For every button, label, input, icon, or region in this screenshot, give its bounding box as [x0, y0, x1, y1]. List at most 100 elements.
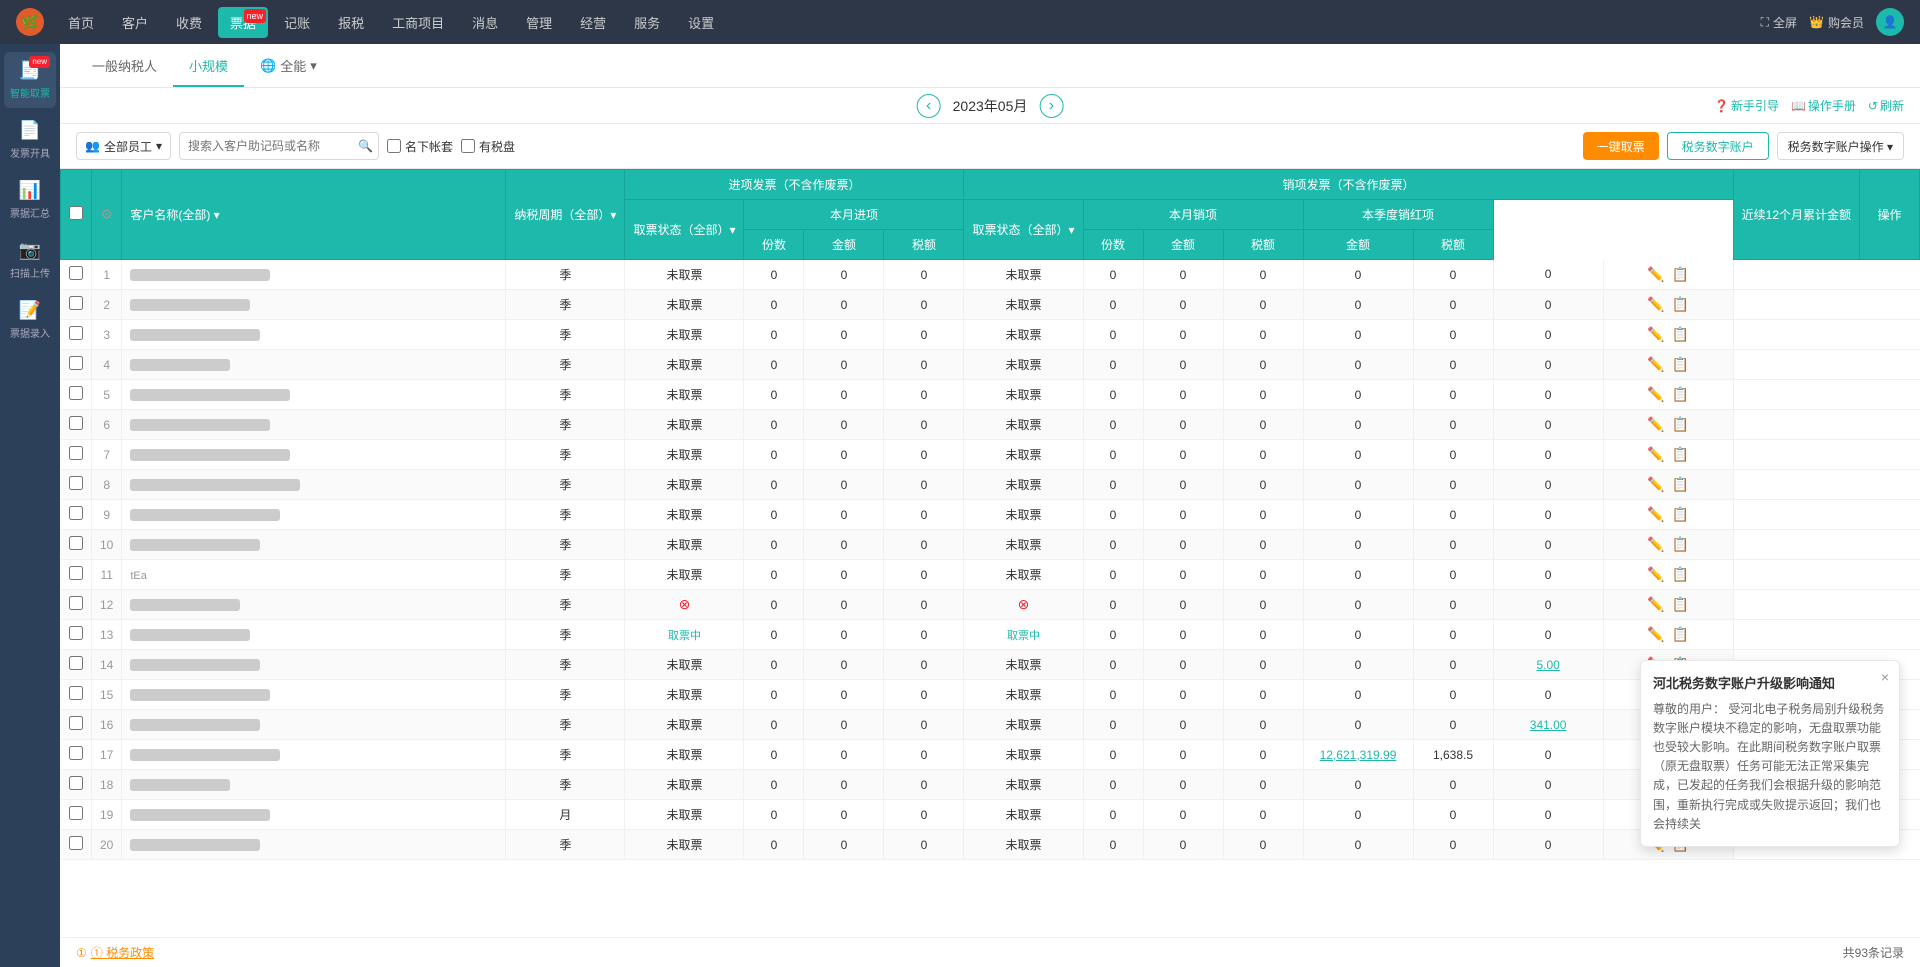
tab-small[interactable]: 小规模 — [173, 46, 244, 87]
td-select[interactable] — [61, 800, 92, 830]
notification-close-btn[interactable]: × — [1881, 669, 1889, 685]
copy-btn[interactable]: 📋 — [1672, 356, 1689, 372]
digital-operations-btn[interactable]: 税务数字账户操作 ▾ — [1777, 132, 1904, 160]
policy-link[interactable]: ① 税务政策 — [91, 944, 154, 961]
row-checkbox[interactable] — [69, 296, 83, 310]
row-checkbox[interactable] — [69, 356, 83, 370]
nav-admin[interactable]: 管理 — [514, 7, 564, 38]
row-checkbox[interactable] — [69, 476, 83, 490]
edit-btn[interactable]: ✏️ — [1647, 536, 1664, 552]
row-checkbox[interactable] — [69, 656, 83, 670]
row-checkbox[interactable] — [69, 416, 83, 430]
edit-btn[interactable]: ✏️ — [1647, 596, 1664, 612]
row-checkbox[interactable] — [69, 536, 83, 550]
sidebar-item-open-invoice[interactable]: 📄 发票开具 — [4, 112, 56, 168]
nav-home[interactable]: 首页 — [56, 7, 106, 38]
search-icon[interactable]: 🔍 — [358, 139, 373, 153]
row-checkbox[interactable] — [69, 266, 83, 280]
manual-btn[interactable]: 📖 操作手册 — [1791, 97, 1856, 114]
search-input[interactable] — [179, 132, 379, 160]
copy-btn[interactable]: 📋 — [1672, 446, 1689, 462]
copy-btn[interactable]: 📋 — [1672, 506, 1689, 522]
nav-accounting[interactable]: 记账 — [272, 7, 322, 38]
th-client-name[interactable]: 客户名称(全部) ▾ — [122, 170, 506, 260]
edit-btn[interactable]: ✏️ — [1647, 266, 1664, 282]
sidebar-item-smart-invoice[interactable]: 🧾 智能取票 new — [4, 52, 56, 108]
td-select[interactable] — [61, 650, 92, 680]
edit-btn[interactable]: ✏️ — [1647, 446, 1664, 462]
digital-account-btn[interactable]: 税务数字账户 — [1667, 132, 1769, 160]
copy-btn[interactable]: 📋 — [1672, 536, 1689, 552]
cumulative-value[interactable]: 341.00 — [1530, 718, 1567, 732]
td-select[interactable] — [61, 560, 92, 590]
th-inp-status[interactable]: 取票状态（全部）▾ — [625, 200, 744, 260]
tax-disk-checkbox[interactable] — [461, 139, 475, 153]
copy-btn[interactable]: 📋 — [1672, 296, 1689, 312]
copy-btn[interactable]: 📋 — [1672, 626, 1689, 642]
row-checkbox[interactable] — [69, 326, 83, 340]
row-checkbox[interactable] — [69, 776, 83, 790]
copy-btn[interactable]: 📋 — [1672, 566, 1689, 582]
td-select[interactable] — [61, 500, 92, 530]
avatar[interactable]: 👤 — [1876, 8, 1904, 36]
nav-service[interactable]: 服务 — [622, 7, 672, 38]
td-select[interactable] — [61, 290, 92, 320]
copy-btn[interactable]: 📋 — [1672, 596, 1689, 612]
td-select[interactable] — [61, 440, 92, 470]
tab-all[interactable]: 🌐 全能 ▾ — [244, 46, 333, 87]
copy-btn[interactable]: 📋 — [1672, 266, 1689, 282]
fullscreen-btn[interactable]: ⛶ 全屏 — [1761, 14, 1797, 31]
row-checkbox[interactable] — [69, 596, 83, 610]
td-select[interactable] — [61, 680, 92, 710]
employee-select[interactable]: 👥 全部员工 ▾ — [76, 132, 171, 160]
td-select[interactable] — [61, 590, 92, 620]
nav-tax[interactable]: 报税 — [326, 7, 376, 38]
red-amount-value[interactable]: 12,621,319.99 — [1320, 748, 1397, 762]
td-select[interactable] — [61, 710, 92, 740]
edit-btn[interactable]: ✏️ — [1647, 566, 1664, 582]
row-checkbox[interactable] — [69, 806, 83, 820]
td-select[interactable] — [61, 530, 92, 560]
nav-invoice[interactable]: 票据 new — [218, 7, 268, 38]
copy-btn[interactable]: 📋 — [1672, 416, 1689, 432]
edit-btn[interactable]: ✏️ — [1647, 476, 1664, 492]
edit-btn[interactable]: ✏️ — [1647, 506, 1664, 522]
nav-management[interactable]: 经营 — [568, 7, 618, 38]
copy-btn[interactable]: 📋 — [1672, 326, 1689, 342]
td-select[interactable] — [61, 770, 92, 800]
edit-btn[interactable]: ✏️ — [1647, 356, 1664, 372]
select-all-checkbox[interactable] — [69, 206, 83, 220]
td-select[interactable] — [61, 830, 92, 860]
th-out-status[interactable]: 取票状态（全部）▾ — [964, 200, 1083, 260]
own-account-checkbox[interactable] — [387, 139, 401, 153]
row-checkbox[interactable] — [69, 686, 83, 700]
tab-general[interactable]: 一般纳税人 — [76, 46, 173, 87]
nav-business[interactable]: 工商项目 — [380, 7, 456, 38]
row-checkbox[interactable] — [69, 716, 83, 730]
cumulative-value[interactable]: 5.00 — [1536, 658, 1559, 672]
nav-fee[interactable]: 收费 — [164, 7, 214, 38]
td-select[interactable] — [61, 740, 92, 770]
nav-messages[interactable]: 消息 — [460, 7, 510, 38]
th-period[interactable]: 纳税周期（全部）▾ — [506, 170, 625, 260]
sidebar-item-scan[interactable]: 📷 扫描上传 — [4, 232, 56, 288]
new-guide-btn[interactable]: ❓ 新手引导 — [1714, 97, 1779, 114]
td-select[interactable] — [61, 320, 92, 350]
nav-customer[interactable]: 客户 — [110, 7, 160, 38]
edit-btn[interactable]: ✏️ — [1647, 296, 1664, 312]
next-month-btn[interactable]: › — [1039, 94, 1063, 118]
edit-btn[interactable]: ✏️ — [1647, 416, 1664, 432]
refresh-btn[interactable]: ↺ 刷新 — [1868, 97, 1904, 114]
sidebar-item-summary[interactable]: 📊 票据汇总 — [4, 172, 56, 228]
settings-icon[interactable]: ⚙ — [100, 206, 113, 222]
copy-btn[interactable]: 📋 — [1672, 476, 1689, 492]
nav-settings[interactable]: 设置 — [676, 7, 726, 38]
row-checkbox[interactable] — [69, 446, 83, 460]
prev-month-btn[interactable]: ‹ — [917, 94, 941, 118]
row-checkbox[interactable] — [69, 746, 83, 760]
td-select[interactable] — [61, 260, 92, 290]
row-checkbox[interactable] — [69, 566, 83, 580]
td-select[interactable] — [61, 410, 92, 440]
one-click-fetch-btn[interactable]: 一键取票 — [1583, 132, 1659, 160]
copy-btn[interactable]: 📋 — [1672, 386, 1689, 402]
